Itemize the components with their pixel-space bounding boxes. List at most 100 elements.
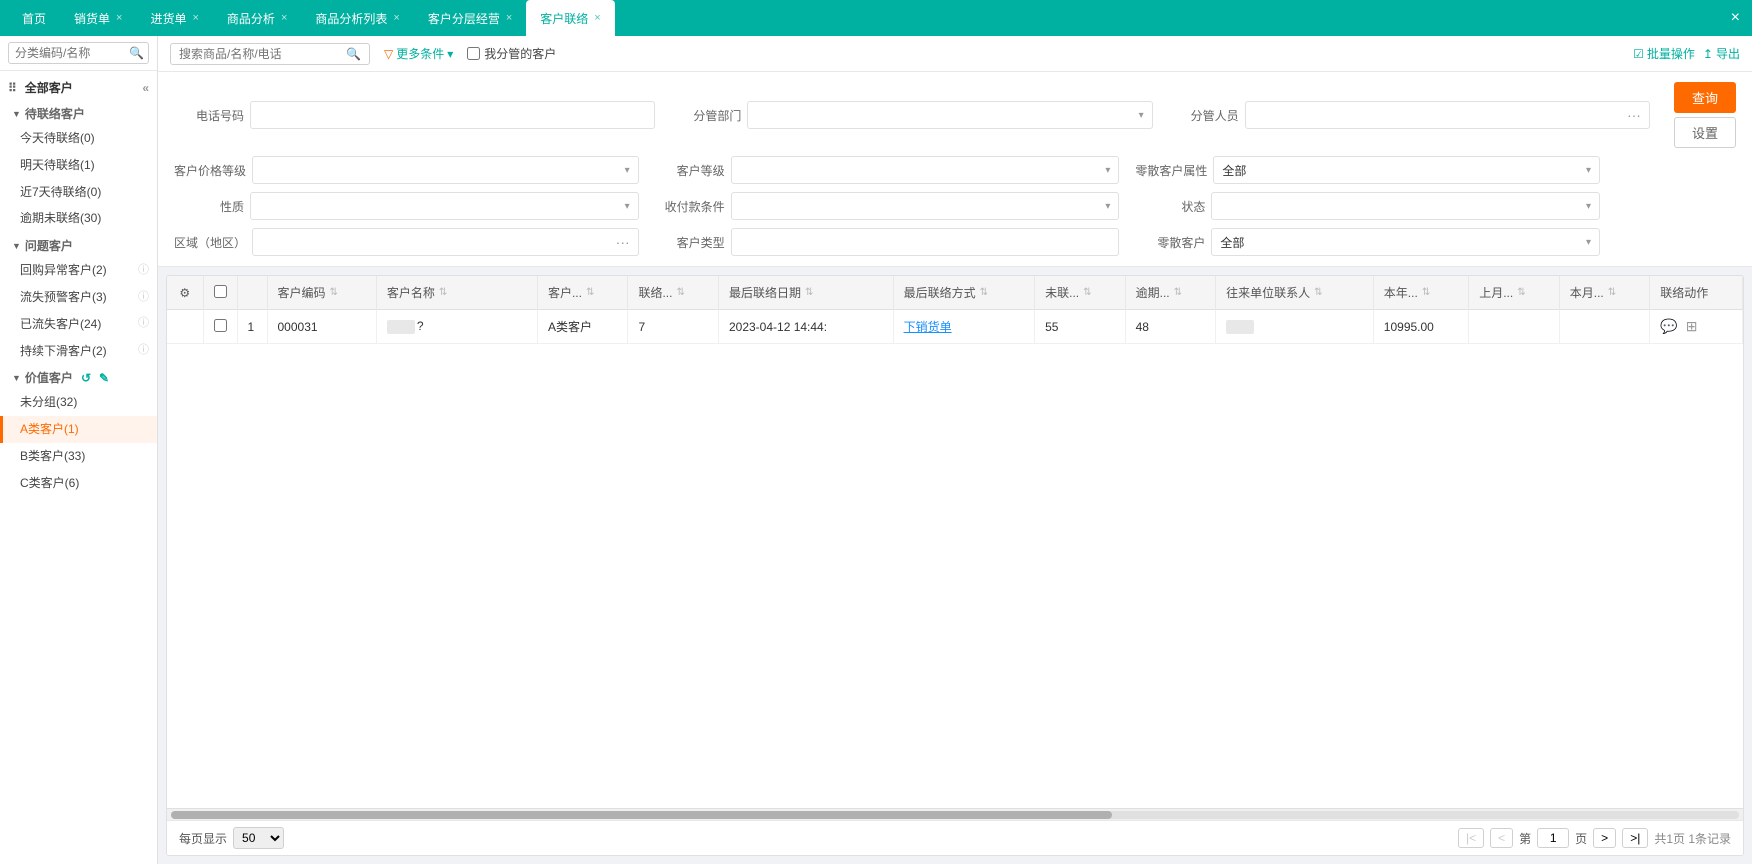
- th-name[interactable]: 客户名称 ⇅: [376, 276, 537, 310]
- th-category[interactable]: 客户... ⇅: [537, 276, 628, 310]
- sidebar-collapse-icon[interactable]: «: [142, 81, 149, 95]
- scroll-thumb[interactable]: [171, 811, 1112, 819]
- sidebar-item-lost[interactable]: 已流失客户(24) ⓘ: [0, 311, 157, 338]
- td-contact: 7: [628, 310, 719, 344]
- filter-row-2: 客户价格等级 ▾ 客户等级 ▾ 零散客户属性 全部: [174, 156, 1736, 184]
- more-filter-button[interactable]: ▽ 更多条件 ▾: [378, 42, 459, 65]
- settings-button[interactable]: 设置: [1674, 117, 1736, 148]
- th-settings[interactable]: ⚙: [167, 276, 203, 310]
- th-no-contact[interactable]: 未联... ⇅: [1035, 276, 1126, 310]
- th-last-contact-date[interactable]: 最后联络日期 ⇅: [718, 276, 893, 310]
- row-checkbox[interactable]: [214, 319, 227, 332]
- qr-icon[interactable]: ⊞: [1686, 318, 1698, 335]
- sidebar-item-today-pending[interactable]: 今天待联络(0): [0, 125, 157, 152]
- sort-icon-no-contact: ⇅: [1083, 287, 1091, 298]
- th-this-month[interactable]: 本月... ⇅: [1559, 276, 1650, 310]
- page-size-area: 每页显示 50 100 200: [179, 827, 284, 849]
- th-code[interactable]: 客户编码 ⇅: [267, 276, 376, 310]
- sidebar-group-pending[interactable]: ▼ 待联络客户: [0, 100, 157, 125]
- horizontal-scrollbar[interactable]: [167, 808, 1743, 820]
- search-input[interactable]: [179, 47, 346, 61]
- sidebar-item-class-c[interactable]: C类客户(6): [0, 470, 157, 497]
- search-box: 🔍: [170, 43, 370, 65]
- sidebar-item-loss-warning[interactable]: 流失预警客户(3) ⓘ: [0, 284, 157, 311]
- nav-tab-customer-contact[interactable]: 客户联络 ×: [526, 0, 614, 36]
- value-edit-icon[interactable]: ✎: [99, 371, 109, 385]
- close-goods-analysis-list-icon[interactable]: ×: [393, 12, 399, 24]
- sidebar-search-input[interactable]: [8, 42, 149, 64]
- select-all-checkbox[interactable]: [214, 285, 227, 298]
- close-goods-analysis-icon[interactable]: ×: [281, 12, 287, 24]
- export-button[interactable]: ↥ 导出: [1703, 45, 1740, 62]
- sidebar-item-class-a[interactable]: A类客户(1): [0, 416, 157, 443]
- region-input[interactable]: ···: [252, 228, 639, 256]
- td-category: A类客户: [537, 310, 628, 344]
- nav-tab-home[interactable]: 首页: [8, 0, 60, 36]
- close-customer-contact-icon[interactable]: ×: [594, 12, 600, 24]
- status-select[interactable]: ▾: [1211, 192, 1600, 220]
- my-customers-check-input[interactable]: [467, 47, 480, 60]
- nav-tab-purchase[interactable]: 进货单 ×: [136, 0, 212, 36]
- th-this-year[interactable]: 本年... ⇅: [1373, 276, 1468, 310]
- last-contact-method-link[interactable]: 下销货单: [904, 320, 952, 334]
- dept-select[interactable]: ▾: [747, 101, 1152, 129]
- sidebar-item-repurchase-abnormal[interactable]: 回购异常客户(2) ⓘ: [0, 257, 157, 284]
- nav-tab-goods-analysis-list[interactable]: 商品分析列表 ×: [301, 0, 413, 36]
- th-last-contact-method[interactable]: 最后联络方式 ⇅: [893, 276, 1035, 310]
- sidebar-item-declining[interactable]: 持续下滑客户(2) ⓘ: [0, 338, 157, 365]
- nav-tab-sales[interactable]: 销货单 ×: [60, 0, 136, 36]
- filter-row-3: 性质 ▾ 收付款条件 ▾ 状态: [174, 192, 1736, 220]
- close-sales-icon[interactable]: ×: [116, 12, 122, 24]
- customer-type-select[interactable]: [731, 228, 1120, 256]
- th-last-month[interactable]: 上月... ⇅: [1469, 276, 1560, 310]
- page-number-input[interactable]: [1537, 828, 1569, 848]
- page-size-select[interactable]: 50 100 200: [233, 827, 284, 849]
- sidebar-item-tomorrow-pending[interactable]: 明天待联络(1): [0, 152, 157, 179]
- batch-op-button[interactable]: ☑ 批量操作: [1633, 45, 1695, 62]
- sidebar-search-icon[interactable]: 🔍: [129, 46, 144, 60]
- window-close-icon[interactable]: ×: [1731, 9, 1740, 27]
- next-page-button[interactable]: >: [1593, 828, 1616, 848]
- my-customers-checkbox[interactable]: 我分管的客户: [467, 45, 556, 62]
- td-index: 1: [237, 310, 267, 344]
- scatter-attr-select[interactable]: 全部 ▾: [1213, 156, 1600, 184]
- sort-icon-last-month: ⇅: [1517, 287, 1525, 298]
- close-customer-tier-icon[interactable]: ×: [506, 12, 512, 24]
- table-wrapper[interactable]: ⚙ 客户编码 ⇅: [167, 276, 1743, 808]
- customer-level-select[interactable]: ▾: [731, 156, 1120, 184]
- sort-icon-this-year: ⇅: [1422, 287, 1430, 298]
- last-page-button[interactable]: >|: [1622, 828, 1648, 848]
- sidebar-group-value[interactable]: ▼ 价值客户 ↺ ✎: [0, 364, 157, 389]
- chat-icon[interactable]: 💬: [1660, 318, 1677, 335]
- manager-input[interactable]: ···: [1245, 101, 1650, 129]
- phone-input[interactable]: [250, 101, 655, 129]
- sidebar-item-class-b[interactable]: B类客户(33): [0, 443, 157, 470]
- field-region: 区域（地区） ···: [174, 228, 639, 256]
- triangle-icon-problem: ▼: [12, 241, 21, 251]
- payment-select[interactable]: ▾: [731, 192, 1120, 220]
- field-phone: 电话号码: [174, 101, 655, 129]
- th-overdue[interactable]: 逾期... ⇅: [1125, 276, 1216, 310]
- nav-tab-customer-tier[interactable]: 客户分层经营 ×: [414, 0, 526, 36]
- table-area: ⚙ 客户编码 ⇅: [166, 275, 1744, 856]
- settings-icon[interactable]: ⚙: [179, 286, 190, 300]
- search-submit-icon[interactable]: 🔍: [346, 47, 361, 61]
- region-dots-icon: ···: [616, 234, 630, 250]
- th-unit-contacts[interactable]: 往来单位联系人 ⇅: [1216, 276, 1374, 310]
- first-page-button[interactable]: |<: [1458, 828, 1484, 848]
- sidebar-group-problem[interactable]: ▼ 问题客户: [0, 232, 157, 257]
- top-nav: 首页 销货单 × 进货单 × 商品分析 × 商品分析列表 × 客户分层经营 × …: [0, 0, 1752, 36]
- query-button[interactable]: 查询: [1674, 82, 1736, 113]
- th-contact[interactable]: 联络... ⇅: [628, 276, 719, 310]
- sidebar-item-7days-pending[interactable]: 近7天待联络(0): [0, 179, 157, 206]
- price-level-select[interactable]: ▾: [252, 156, 639, 184]
- value-refresh-icon[interactable]: ↺: [81, 371, 91, 385]
- sidebar-item-unclassified[interactable]: 未分组(32): [0, 389, 157, 416]
- sidebar-item-overdue-pending[interactable]: 逾期未联络(30): [0, 205, 157, 232]
- close-purchase-icon[interactable]: ×: [192, 12, 198, 24]
- nav-tab-goods-analysis[interactable]: 商品分析 ×: [213, 0, 301, 36]
- prev-page-button[interactable]: <: [1490, 828, 1513, 848]
- scatter-select[interactable]: 全部 ▾: [1211, 228, 1600, 256]
- nature-select[interactable]: ▾: [250, 192, 639, 220]
- sort-icon-category: ⇅: [586, 287, 594, 298]
